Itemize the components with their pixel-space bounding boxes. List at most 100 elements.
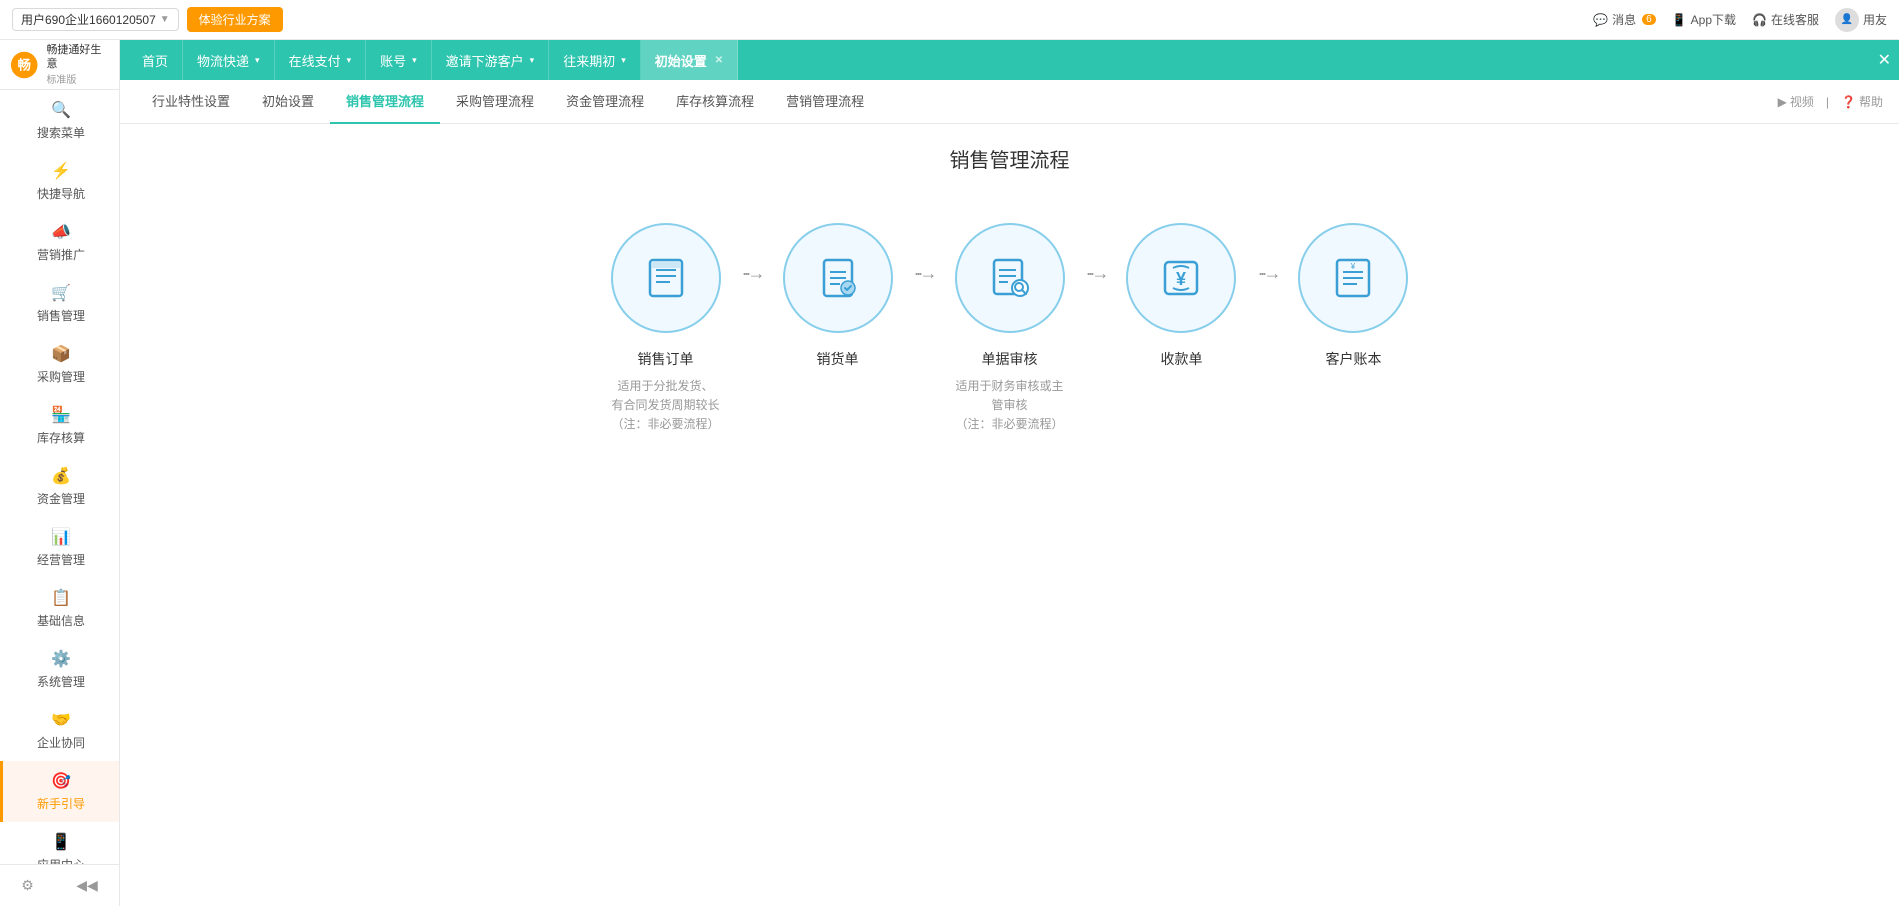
tab-initial-setup-close[interactable]: ✕ — [715, 55, 723, 66]
flow-circle-sales-order[interactable] — [611, 223, 721, 333]
sidebar-bottom: ⚙ ◀◀ — [0, 864, 119, 906]
trial-button[interactable]: 体验行业方案 — [187, 7, 283, 32]
message-item[interactable]: 💬 消息 6 — [1593, 11, 1656, 28]
sidebar-label-fund-mgmt: 资金管理 — [37, 490, 85, 507]
sub-tab-inventory-flow-label: 库存核算流程 — [676, 91, 754, 110]
header-right: 💬 消息 6 📱 App下载 🎧 在线客服 👤 用友 — [1593, 8, 1887, 32]
app-download-item[interactable]: 📱 App下载 — [1672, 11, 1736, 28]
chart-icon: 📊 — [51, 527, 71, 547]
page-content: 销售管理流程 销售订单 适用于分批发货、有合同发货周期较长（ — [120, 124, 1899, 906]
page-title: 销售管理流程 — [140, 144, 1879, 173]
store-icon: 🏪 — [51, 405, 71, 425]
handshake-icon: 🤝 — [51, 710, 71, 730]
tab-account[interactable]: 账号 ▾ — [366, 40, 432, 80]
top-header: 用户690企业1660120507 ▼ 体验行业方案 💬 消息 6 📱 App下… — [0, 0, 1899, 40]
sidebar-item-quicknav[interactable]: ⚡ 快捷导航 — [0, 151, 119, 212]
video-label: 视频 — [1790, 93, 1814, 110]
sidebar-label-marketing-promo: 营销推广 — [37, 246, 85, 263]
tab-past-initial[interactable]: 往来期初 ▾ — [549, 40, 641, 80]
sidebar-items: 🔍 搜索菜单 ⚡ 快捷导航 📣 营销推广 🛒 销售管理 📦 采购管理 🏪 — [0, 90, 119, 864]
sidebar-item-basic-info[interactable]: 📋 基础信息 — [0, 578, 119, 639]
sub-tab-inventory-flow[interactable]: 库存核算流程 — [660, 80, 770, 124]
flow-circle-receipt[interactable]: ¥ — [1126, 223, 1236, 333]
sub-tab-sales-flow[interactable]: 销售管理流程 — [330, 80, 440, 124]
sub-tab-sales-flow-label: 销售管理流程 — [346, 91, 424, 110]
sub-tab-purchase-flow-label: 采购管理流程 — [456, 91, 534, 110]
logo-line1: 畅捷通好生意 — [46, 43, 109, 72]
sub-tab-initial-setup-label: 初始设置 — [262, 91, 314, 110]
tab-payment-arrow: ▾ — [347, 55, 352, 66]
doc-review-icon — [986, 254, 1034, 302]
sidebar: 畅 畅捷通好生意 标准版 🔍 搜索菜单 ⚡ 快捷导航 📣 营销推广 🛒 — [0, 40, 120, 906]
lightning-icon: ⚡ — [51, 161, 71, 181]
message-badge: 6 — [1642, 14, 1656, 25]
headset-icon: 🎧 — [1752, 13, 1767, 27]
flow-item-receipt: ¥ 收款单 — [1101, 223, 1261, 377]
app-download-label: App下载 — [1691, 11, 1736, 28]
sidebar-item-ops-mgmt[interactable]: 📊 经营管理 — [0, 517, 119, 578]
help-label: 帮助 — [1859, 93, 1883, 110]
tab-home[interactable]: 首页 — [128, 40, 183, 80]
sidebar-item-enterprise-coop[interactable]: 🤝 企业协同 — [0, 700, 119, 761]
sub-tab-fund-flow-label: 资金管理流程 — [566, 91, 644, 110]
sidebar-item-search[interactable]: 🔍 搜索菜单 — [0, 90, 119, 151]
dropdown-arrow-icon: ▼ — [160, 14, 170, 25]
tab-invite-label: 邀请下游客户 — [446, 51, 524, 70]
sidebar-item-sys-mgmt[interactable]: ⚙️ 系统管理 — [0, 639, 119, 700]
sub-tabs: 行业特性设置 初始设置 销售管理流程 采购管理流程 资金管理流程 库存核算流程 — [120, 80, 1899, 124]
help-item[interactable]: ❓ 帮助 — [1841, 93, 1883, 110]
sub-tab-purchase-flow[interactable]: 采购管理流程 — [440, 80, 550, 124]
sales-invoice-icon — [814, 254, 862, 302]
sidebar-label-newbie-guide: 新手引导 — [37, 795, 85, 812]
sidebar-item-fund-mgmt[interactable]: 💰 资金管理 — [0, 456, 119, 517]
tab-payment-label: 在线支付 — [289, 51, 341, 70]
collapse-button[interactable]: ◀◀ — [68, 873, 106, 898]
sidebar-logo: 畅 畅捷通好生意 标准版 — [0, 40, 119, 90]
sidebar-item-marketing-promo[interactable]: 📣 营销推广 — [0, 212, 119, 273]
close-all-tabs-button[interactable]: ✕ — [1878, 50, 1891, 70]
svg-text:畅: 畅 — [18, 56, 31, 72]
sidebar-item-sales-mgmt[interactable]: 🛒 销售管理 — [0, 273, 119, 334]
flow-item-doc-review: 单据审核 适用于财务审核或主管审核（注：非必要流程） — [930, 223, 1090, 435]
tab-past-initial-arrow: ▾ — [621, 55, 626, 66]
tab-initial-setup-label: 初始设置 — [655, 51, 707, 70]
tab-invite-arrow: ▾ — [530, 55, 535, 66]
user-menu[interactable]: 👤 用友 — [1835, 8, 1887, 32]
sidebar-item-app-center[interactable]: 📱 应用中心 — [0, 822, 119, 864]
sidebar-label-basic-info: 基础信息 — [37, 612, 85, 629]
customer-ledger-icon: ¥ — [1329, 254, 1377, 302]
tab-invite[interactable]: 邀请下游客户 ▾ — [432, 40, 550, 80]
flow-circle-doc-review[interactable] — [955, 223, 1065, 333]
flow-desc-sales-order: 适用于分批发货、有合同发货周期较长（注：非必要流程） — [612, 377, 720, 435]
user-selector[interactable]: 用户690企业1660120507 ▼ — [12, 8, 179, 31]
message-label: 消息 — [1612, 11, 1636, 28]
logo-icon: 畅 — [10, 50, 38, 80]
gear-icon: ⚙️ — [51, 649, 71, 669]
tab-payment[interactable]: 在线支付 ▾ — [275, 40, 367, 80]
sub-tab-initial-setup[interactable]: 初始设置 — [246, 80, 330, 124]
flow-circle-sales-invoice[interactable] — [783, 223, 893, 333]
sidebar-item-purchase-mgmt[interactable]: 📦 采购管理 — [0, 334, 119, 395]
tab-logistics-arrow: ▾ — [255, 55, 260, 66]
sub-tab-fund-flow[interactable]: 资金管理流程 — [550, 80, 660, 124]
receipt-icon: ¥ — [1157, 254, 1205, 302]
flow-item-sales-order: 销售订单 适用于分批发货、有合同发货周期较长（注：非必要流程） — [586, 223, 746, 435]
tab-initial-setup[interactable]: 初始设置 ✕ — [641, 40, 738, 80]
app-download-icon: 📱 — [1672, 13, 1687, 27]
sidebar-label-sales-mgmt: 销售管理 — [37, 307, 85, 324]
tab-logistics[interactable]: 物流快递 ▾ — [183, 40, 275, 80]
video-help-item[interactable]: ▶ 视频 — [1778, 93, 1814, 110]
logo-sub: 标准版 — [46, 71, 109, 86]
megaphone-icon: 📣 — [51, 222, 71, 242]
sub-tab-industry-feature[interactable]: 行业特性设置 — [136, 80, 246, 124]
svg-text:¥: ¥ — [1350, 262, 1356, 271]
online-service-item[interactable]: 🎧 在线客服 — [1752, 11, 1819, 28]
flow-circle-customer-ledger[interactable]: ¥ — [1298, 223, 1408, 333]
sidebar-item-newbie-guide[interactable]: 🎯 新手引导 — [0, 761, 119, 822]
sub-tab-marketing-flow[interactable]: 营销管理流程 — [770, 80, 880, 124]
flow-diagram: 销售订单 适用于分批发货、有合同发货周期较长（注：非必要流程） ···→ — [140, 223, 1879, 435]
sidebar-label-enterprise-coop: 企业协同 — [37, 734, 85, 751]
settings-button[interactable]: ⚙ — [13, 873, 42, 898]
sidebar-item-inventory[interactable]: 🏪 库存核算 — [0, 395, 119, 456]
main-wrapper: 畅 畅捷通好生意 标准版 🔍 搜索菜单 ⚡ 快捷导航 📣 营销推广 🛒 — [0, 40, 1899, 906]
